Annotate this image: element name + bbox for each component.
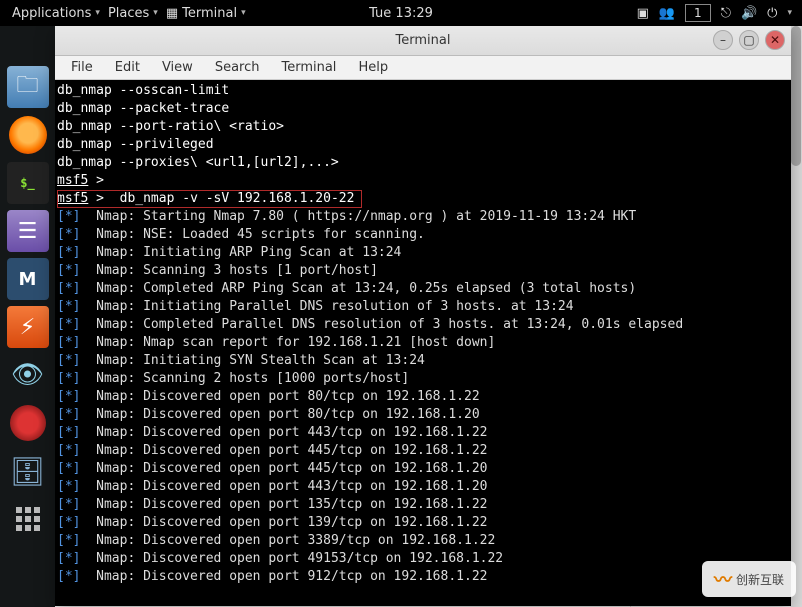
left-dock: 🗀 $_ ☰ M ⚡ 👁 🗄: [0, 26, 55, 607]
term-line: Nmap: Nmap scan report for 192.168.1.21 …: [96, 335, 495, 350]
term-line: Nmap: Discovered open port 443/tcp on 19…: [96, 425, 487, 440]
terminal-app-menu[interactable]: ▦Terminal▾: [162, 6, 250, 21]
maximize-icon: ▢: [743, 33, 754, 47]
term-line: db_nmap --privileged: [57, 137, 214, 152]
term-line: Nmap: Initiating Parallel DNS resolution…: [96, 299, 573, 314]
burp-icon: ⚡: [20, 315, 35, 340]
term-line: Nmap: Discovered open port 443/tcp on 19…: [96, 479, 487, 494]
prompt-icon: $_: [20, 176, 34, 190]
watermark: 〰 创新互联: [702, 561, 796, 597]
term-line: Nmap: Discovered open port 135/tcp on 19…: [96, 497, 487, 512]
term-line: Nmap: Discovered open port 49153/tcp on …: [96, 551, 503, 566]
database-icon: 🗄: [10, 455, 46, 488]
term-line: Nmap: Initiating ARP Ping Scan at 13:24: [96, 245, 401, 260]
term-line: Nmap: Initiating SYN Stealth Scan at 13:…: [96, 353, 425, 368]
places-menu[interactable]: Places▾: [104, 6, 162, 21]
term-line: Nmap: Scanning 3 hosts [1 port/host]: [96, 263, 378, 278]
term-line: Nmap: Discovered open port 80/tcp on 192…: [96, 407, 480, 422]
dock-terminal[interactable]: $_: [7, 162, 49, 204]
watermark-text: 创新互联: [736, 571, 784, 588]
term-line: Nmap: Starting Nmap 7.80 ( https://nmap.…: [96, 209, 636, 224]
applications-menu[interactable]: Applications▾: [0, 6, 104, 21]
dock-firefox[interactable]: [7, 114, 49, 156]
term-line: Nmap: Scanning 2 hosts [1000 ports/host]: [96, 371, 409, 386]
vscrollbar[interactable]: [790, 26, 802, 607]
eye-icon: 👁: [11, 360, 44, 390]
watermark-icon: 〰: [714, 566, 732, 592]
metasploit-icon: M: [19, 269, 37, 290]
close-icon: ✕: [770, 33, 780, 47]
dock-recon[interactable]: 👁: [7, 354, 49, 396]
dock-dbbrowser[interactable]: 🗄: [7, 450, 49, 492]
status-tray: ▣ 👥 1 ⎋ 🔊 ⏻ ▾: [637, 4, 802, 22]
prompt: msf5: [57, 173, 88, 188]
menu-view[interactable]: View: [152, 58, 203, 77]
highlighted-command: msf5 > db_nmap -v -sV 192.168.1.20-22: [57, 190, 362, 208]
star: [*]: [57, 209, 80, 224]
term-line: Nmap: Discovered open port 80/tcp on 192…: [96, 389, 480, 404]
network-icon[interactable]: ⎋: [721, 6, 731, 21]
apps-grid-icon: [16, 507, 40, 531]
term-line: Nmap: Discovered open port 445/tcp on 19…: [96, 443, 487, 458]
term-line: db_nmap --packet-trace: [57, 101, 229, 116]
menu-search[interactable]: Search: [205, 58, 270, 77]
term-line: Nmap: Discovered open port 445/tcp on 19…: [96, 461, 487, 476]
menu-help[interactable]: Help: [348, 58, 398, 77]
menu-edit[interactable]: Edit: [105, 58, 150, 77]
terminal-window: Terminal – ▢ ✕ File Edit View Search Ter…: [55, 26, 791, 606]
menubar: File Edit View Search Terminal Help: [55, 56, 791, 80]
term-line: Nmap: Discovered open port 139/tcp on 19…: [96, 515, 487, 530]
volume-icon[interactable]: 🔊: [741, 6, 757, 21]
scroll-thumb[interactable]: [791, 26, 801, 166]
clock[interactable]: Tue 13:29: [369, 6, 433, 21]
folder-icon: 🗀: [16, 68, 38, 106]
dock-show-apps[interactable]: [7, 498, 49, 540]
terminal-body[interactable]: db_nmap --osscan-limit db_nmap --packet-…: [55, 80, 791, 606]
dock-notes[interactable]: ☰: [7, 210, 49, 252]
term-line: Nmap: Completed Parallel DNS resolution …: [96, 317, 683, 332]
cherry-icon: [10, 405, 46, 441]
maximize-button[interactable]: ▢: [739, 30, 759, 50]
window-title: Terminal: [396, 33, 451, 48]
dock-burp[interactable]: ⚡: [7, 306, 49, 348]
system-menu-caret[interactable]: ▾: [787, 8, 792, 18]
term-line: Nmap: Completed ARP Ping Scan at 13:24, …: [96, 281, 636, 296]
dock-files[interactable]: 🗀: [7, 66, 49, 108]
menu-terminal[interactable]: Terminal: [271, 58, 346, 77]
term-line: db_nmap --proxies\ <url1,[url2],...>: [57, 155, 339, 170]
minimize-icon: –: [720, 33, 726, 47]
term-line: Nmap: NSE: Loaded 45 scripts for scannin…: [96, 227, 425, 242]
camera-icon[interactable]: ▣: [637, 6, 649, 21]
terminal-icon: ▦: [166, 6, 178, 21]
dock-cherrytree[interactable]: [7, 402, 49, 444]
gnome-top-panel: Applications▾ Places▾ ▦Terminal▾ Tue 13:…: [0, 0, 802, 26]
close-button[interactable]: ✕: [765, 30, 785, 50]
power-icon[interactable]: ⏻: [767, 6, 777, 21]
titlebar[interactable]: Terminal – ▢ ✕: [55, 26, 791, 56]
term-line: Nmap: Discovered open port 3389/tcp on 1…: [96, 533, 495, 548]
firefox-icon: [9, 116, 47, 154]
menu-file[interactable]: File: [61, 58, 103, 77]
users-icon[interactable]: 👥: [659, 6, 675, 21]
term-line: Nmap: Discovered open port 912/tcp on 19…: [96, 569, 487, 584]
term-line: db_nmap --osscan-limit: [57, 83, 229, 98]
notes-icon: ☰: [18, 219, 38, 244]
term-line: db_nmap --port-ratio\ <ratio>: [57, 119, 284, 134]
workspace-indicator[interactable]: 1: [685, 4, 711, 22]
minimize-button[interactable]: –: [713, 30, 733, 50]
dock-metasploit[interactable]: M: [7, 258, 49, 300]
